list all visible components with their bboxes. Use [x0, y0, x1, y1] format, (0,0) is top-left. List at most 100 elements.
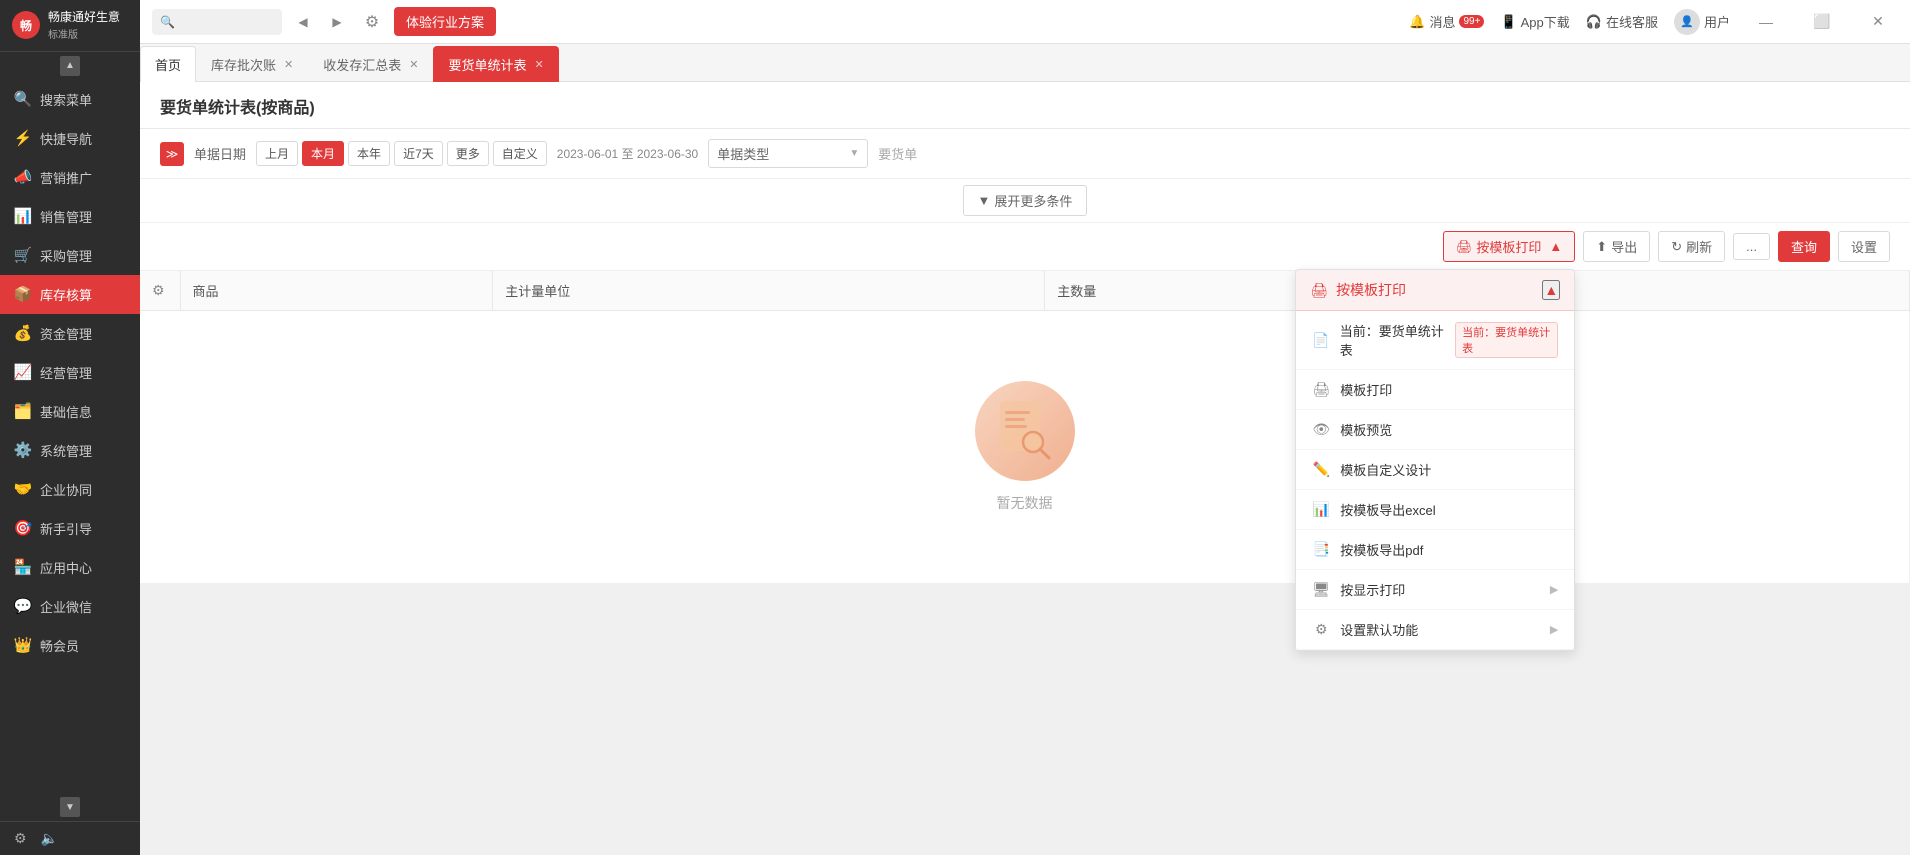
logo-icon: 畅	[12, 11, 40, 39]
column-settings-icon[interactable]: ⚙	[152, 282, 165, 298]
col-unit-label: 主计量单位	[505, 284, 570, 299]
topbar-search-box[interactable]: 🔍	[152, 9, 282, 35]
print-display-item[interactable]: 🖥 按显示打印 ▶	[1296, 570, 1574, 610]
table-header-row: ⚙ 商品 主计量单位 主数量 零售金额	[140, 271, 1910, 311]
tab-inventory-batch[interactable]: 库存批次账 ✕	[196, 46, 308, 82]
empty-icon	[975, 381, 1075, 481]
date-btn-custom[interactable]: 自定义	[493, 141, 547, 166]
tab-order-stats-close[interactable]: ✕	[535, 58, 544, 71]
refresh-btn[interactable]: ↻ 刷新	[1658, 231, 1725, 262]
topbar-right: 🔔 消息 99+ 📱 App下载 🎧 在线客服 👤 用户 — ⬜ ✕	[1409, 3, 1898, 41]
minimize-btn[interactable]: —	[1746, 3, 1786, 41]
topbar-back-btn[interactable]: ◀	[290, 9, 316, 35]
sidebar-item-wxbiz[interactable]: 💬 企业微信	[0, 587, 140, 626]
print-template-preview-item[interactable]: 👁 模板预览	[1296, 410, 1574, 450]
sidebar-item-member-label: 畅会员	[40, 636, 79, 655]
template-preview-label: 模板预览	[1340, 420, 1392, 439]
sidebar-item-sales[interactable]: 📊 销售管理	[0, 197, 140, 236]
tab-order-stats-label: 要货单统计表	[448, 55, 526, 74]
user-name: 用户	[1704, 12, 1730, 31]
print-template-custom-item[interactable]: ✏️ 模板自定义设计	[1296, 450, 1574, 490]
display-print-arrow-icon: ▶	[1550, 583, 1558, 596]
tab-receipt-summary[interactable]: 收发存汇总表 ✕	[308, 46, 433, 82]
tab-receipt-summary-close[interactable]: ✕	[409, 58, 418, 71]
date-btn-7days[interactable]: 近7天	[394, 141, 443, 166]
col-product-label: 商品	[193, 284, 219, 299]
online-service-label: 在线客服	[1606, 12, 1658, 31]
sidebar-item-appstore[interactable]: 🏪 应用中心	[0, 548, 140, 587]
set-default-arrow-icon: ▶	[1550, 623, 1558, 636]
sidebar-item-collab[interactable]: 🤝 企业协同	[0, 470, 140, 509]
filter-bar: ≫ 单据日期 上月 本月 本年 近7天 更多 自定义 2023-06-01 至 …	[140, 129, 1910, 179]
print-set-default-item[interactable]: ⚙ 设置默认功能 ▶	[1296, 610, 1574, 650]
date-btn-this-year[interactable]: 本年	[348, 141, 390, 166]
sidebar-item-guide[interactable]: 🎯 新手引导	[0, 509, 140, 548]
tab-inventory-batch-close[interactable]: ✕	[284, 58, 293, 71]
query-btn[interactable]: 查询	[1778, 231, 1830, 262]
tab-order-stats[interactable]: 要货单统计表 ✕	[433, 46, 558, 82]
money-icon: 💰	[14, 324, 32, 342]
filter-toggle-btn[interactable]: ≫	[160, 142, 184, 166]
col-settings: ⚙	[140, 271, 180, 311]
target-icon: 🎯	[14, 519, 32, 537]
online-service-item[interactable]: 🎧 在线客服	[1586, 12, 1658, 31]
print-template-btn[interactable]: 🖨 按模板打印 ▲	[1443, 231, 1575, 262]
tab-receipt-summary-label: 收发存汇总表	[323, 55, 401, 74]
sidebar-scroll-up[interactable]: ▲	[60, 56, 80, 76]
page-header: 要货单统计表(按商品)	[140, 82, 1910, 129]
date-btn-more[interactable]: 更多	[447, 141, 489, 166]
export-btn[interactable]: ⬆ 导出	[1583, 231, 1650, 262]
settings-table-btn[interactable]: 设置	[1838, 231, 1890, 262]
tab-inventory-batch-label: 库存批次账	[211, 55, 276, 74]
topbar-forward-btn[interactable]: ▶	[324, 9, 350, 35]
sidebar: 畅 畅康通好生意 标准版 ▲ 🔍 搜索菜单 ⚡ 快捷导航 📣 营销推广 📊 销售…	[0, 0, 140, 855]
sidebar-item-search-label: 搜索菜单	[40, 90, 92, 109]
search-icon: 🔍	[14, 90, 32, 108]
tab-home[interactable]: 首页	[140, 46, 196, 82]
print-template-excel-item[interactable]: 📊 按模板导出excel	[1296, 490, 1574, 530]
sidebar-item-basic[interactable]: 🗂️ 基础信息	[0, 392, 140, 431]
expand-more-btn[interactable]: ▼ 展开更多条件	[963, 185, 1088, 216]
main-area: 🔍 ◀ ▶ ⚙ 体验行业方案 🔔 消息 99+ 📱 App下载 🎧 在线客服 👤…	[140, 0, 1910, 855]
print-template-pdf-item[interactable]: 📑 按模板导出pdf	[1296, 530, 1574, 570]
date-btn-this-month[interactable]: 本月	[302, 141, 344, 166]
sidebar-item-purchase[interactable]: 🛒 采购管理	[0, 236, 140, 275]
sidebar-item-shortcut[interactable]: ⚡ 快捷导航	[0, 119, 140, 158]
more-btn[interactable]: ...	[1733, 233, 1770, 260]
maximize-btn[interactable]: ⬜	[1802, 3, 1842, 41]
handshake-icon: 🤝	[14, 480, 32, 498]
sidebar-scroll-down[interactable]: ▼	[60, 797, 80, 817]
sidebar-item-member[interactable]: 👑 畅会员	[0, 626, 140, 665]
sidebar-bottom: ⚙ 🔈	[0, 821, 140, 855]
data-table: ⚙ 商品 主计量单位 主数量 零售金额	[140, 271, 1910, 584]
print-current-item[interactable]: 📄 当前：要货单统计表 当前：要货单统计表	[1296, 311, 1574, 370]
sidebar-item-inventory[interactable]: 📦 库存核算	[0, 275, 140, 314]
order-type-dropdown[interactable]: 单据类型 ▼	[708, 139, 868, 168]
cart-icon: 🛒	[14, 246, 32, 264]
app-version: 标准版	[48, 26, 120, 41]
sidebar-item-finance[interactable]: 💰 资金管理	[0, 314, 140, 353]
notification-item[interactable]: 🔔 消息 99+	[1409, 12, 1484, 31]
print-dropdown-close-btn[interactable]: ▲	[1542, 280, 1560, 300]
topbar-gear-btn[interactable]: ⚙	[358, 8, 386, 36]
sidebar-item-marketing[interactable]: 📣 营销推广	[0, 158, 140, 197]
headset-icon: 🎧	[1586, 14, 1602, 30]
app-name: 畅康通好生意	[48, 10, 120, 26]
date-range-display: 2023-06-01 至 2023-06-30	[557, 145, 698, 162]
settings-bottom-icon[interactable]: ⚙	[14, 830, 27, 847]
avatar: 👤	[1674, 9, 1700, 35]
trial-btn[interactable]: 体验行业方案	[394, 7, 496, 36]
display-print-icon: 🖥	[1312, 581, 1330, 598]
volume-icon[interactable]: 🔈	[41, 830, 58, 847]
sidebar-item-system[interactable]: ⚙️ 系统管理	[0, 431, 140, 470]
sidebar-item-search[interactable]: 🔍 搜索菜单	[0, 80, 140, 119]
date-btn-last-month[interactable]: 上月	[256, 141, 298, 166]
close-btn[interactable]: ✕	[1858, 3, 1898, 41]
template-pdf-label: 按模板导出pdf	[1340, 540, 1423, 559]
order-type-label: 单据类型	[717, 144, 769, 163]
col-quantity-label: 主数量	[1057, 284, 1096, 299]
print-template-print-item[interactable]: 🖨 模板打印	[1296, 370, 1574, 410]
sidebar-item-operation[interactable]: 📈 经营管理	[0, 353, 140, 392]
user-avatar-item[interactable]: 👤 用户	[1674, 9, 1730, 35]
app-download-item[interactable]: 📱 App下载	[1500, 12, 1569, 31]
